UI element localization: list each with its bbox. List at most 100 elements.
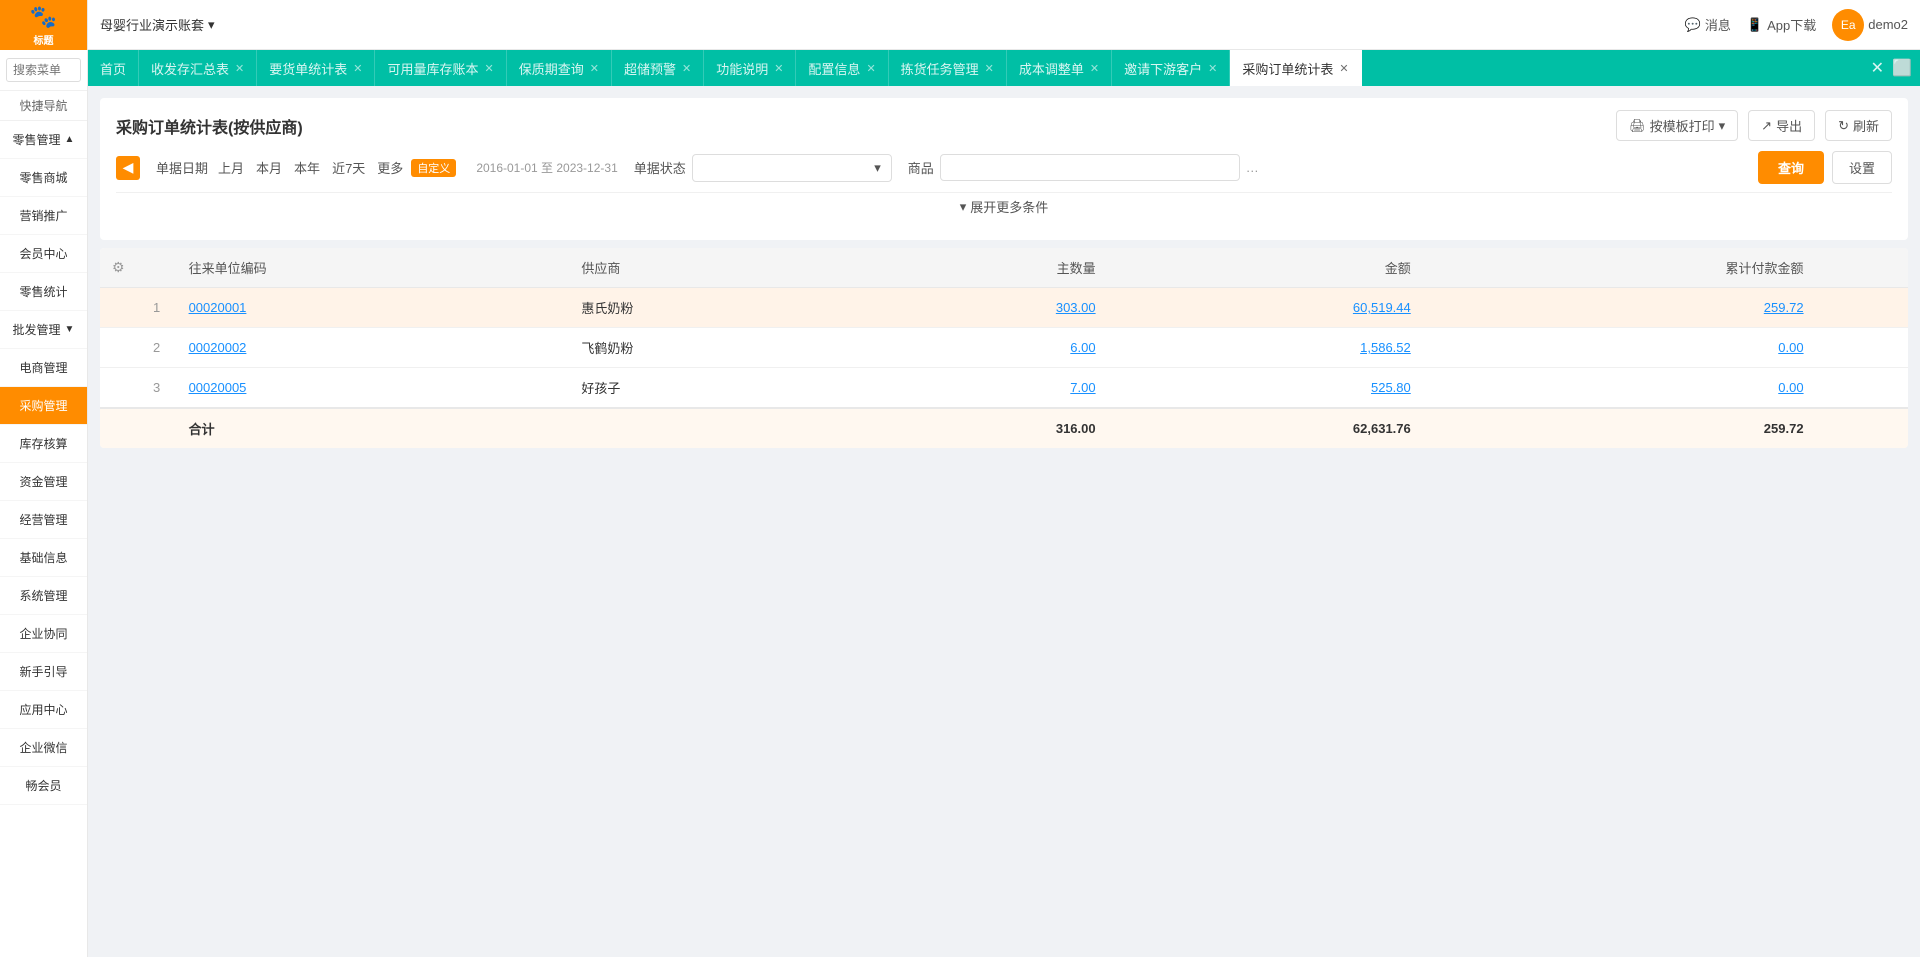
action-buttons: 查询 设置 [1758, 151, 1892, 184]
cell-paid-amount: 0.00 [1423, 328, 1816, 368]
sidebar-item-marketing[interactable]: 营销推广 [0, 197, 87, 235]
chevron-down-icon: ▾ [874, 160, 881, 176]
tab-oversupply-warning[interactable]: 超储预警 ✕ [612, 50, 704, 86]
tab-cost-adjust[interactable]: 成本调整单 ✕ [1007, 50, 1112, 86]
sidebar-item-wholesale[interactable]: 批发管理 ▼ [0, 311, 87, 349]
tab-expiry-query[interactable]: 保质期查询 ✕ [507, 50, 612, 86]
sidebar-quick-nav[interactable]: 快捷导航 [0, 91, 87, 121]
tab-close-icon[interactable]: ✕ [485, 62, 494, 75]
tab-close-icon[interactable]: ✕ [353, 62, 362, 75]
sidebar-item-enterprise-wechat[interactable]: 企业微信 [0, 729, 87, 767]
tab-close-icon[interactable]: ✕ [1339, 62, 1348, 75]
amount-link[interactable]: 60,519.44 [1353, 300, 1411, 315]
tab-close-icon[interactable]: ✕ [774, 62, 783, 75]
sidebar-item-base-info[interactable]: 基础信息 [0, 539, 87, 577]
sidebar-item-purchase[interactable]: 采购管理 [0, 387, 87, 425]
qty-link[interactable]: 6.00 [1070, 340, 1095, 355]
search-input[interactable] [6, 58, 81, 82]
logo: 🐾 标题 [0, 0, 87, 50]
app-download-label: App下载 [1767, 15, 1816, 34]
tab-purchase-order-stats[interactable]: 采购订单统计表 ✕ [1230, 50, 1361, 86]
sidebar-item-retail-mall[interactable]: 零售商城 [0, 159, 87, 197]
tab-close-icon[interactable]: ✕ [1208, 62, 1217, 75]
column-settings-icon[interactable]: ⚙ [112, 259, 125, 275]
user-profile[interactable]: Ea demo2 [1832, 9, 1908, 41]
col-supplier-name: 供应商 [569, 248, 862, 288]
sidebar-item-ecommerce[interactable]: 电商管理 [0, 349, 87, 387]
tab-invite-downstream[interactable]: 邀请下游客户 ✕ [1112, 50, 1230, 86]
sidebar-item-retail-stats[interactable]: 零售统计 [0, 273, 87, 311]
cell-supplier-name: 好孩子 [569, 368, 862, 409]
filter-toggle-button[interactable]: ◀ [116, 156, 140, 180]
message-action[interactable]: 💬 消息 [1685, 15, 1731, 34]
qty-link[interactable]: 7.00 [1070, 380, 1095, 395]
settings-button[interactable]: 设置 [1832, 151, 1892, 184]
export-button[interactable]: ↗ 导出 [1748, 110, 1815, 141]
sidebar-item-ops[interactable]: 经营管理 [0, 501, 87, 539]
sidebar-item-member2[interactable]: 畅会员 [0, 767, 87, 805]
tab-order-stats[interactable]: 要货单统计表 ✕ [257, 50, 375, 86]
tab-collect-dispatch[interactable]: 收发存汇总表 ✕ [139, 50, 257, 86]
tab-pickup-task[interactable]: 拣货任务管理 ✕ [889, 50, 1007, 86]
tab-home[interactable]: 首页 [88, 50, 139, 86]
tab-available-stock[interactable]: 可用量库存账本 ✕ [375, 50, 506, 86]
qty-link[interactable]: 303.00 [1056, 300, 1096, 315]
sidebar-item-app-center[interactable]: 应用中心 [0, 691, 87, 729]
sidebar-item-new-guide[interactable]: 新手引导 [0, 653, 87, 691]
tab-close-icon[interactable]: ✕ [682, 62, 691, 75]
amount-link[interactable]: 1,586.52 [1360, 340, 1411, 355]
paid-amount-link[interactable]: 259.72 [1764, 300, 1804, 315]
tabbar-end: ✕ ⬜ [1863, 50, 1920, 86]
workspace-selector[interactable]: 母婴行业演示账套 ▾ [100, 15, 215, 34]
sidebar: 🐾 标题 快捷导航 零售管理 ▲ 零售商城 营销推广 会员中心 零售统计 批发管… [0, 0, 88, 957]
expand-more-button[interactable]: ▾ 展开更多条件 [116, 192, 1892, 220]
main-content: 母婴行业演示账套 ▾ 💬 消息 📱 App下载 Ea demo2 首页 [88, 0, 1920, 957]
date-shortcut-more[interactable]: 更多 [373, 156, 407, 179]
date-shortcut-this-year[interactable]: 本年 [290, 156, 324, 179]
app-download-action[interactable]: 📱 App下载 [1747, 15, 1816, 34]
expand-arrow-icon: ▲ [65, 134, 75, 145]
supplier-code-link[interactable]: 00020002 [189, 340, 247, 355]
sidebar-item-inventory[interactable]: 库存核算 [0, 425, 87, 463]
close-window-icon[interactable]: ✕ [1871, 58, 1884, 78]
sidebar-item-label: 企业协同 [19, 625, 67, 642]
tab-close-icon[interactable]: ✕ [985, 62, 994, 75]
date-custom-tag[interactable]: 自定义 [411, 159, 456, 177]
sidebar-item-member[interactable]: 会员中心 [0, 235, 87, 273]
sidebar-item-system[interactable]: 系统管理 [0, 577, 87, 615]
arrow-left-icon: ◀ [123, 159, 134, 176]
cell-paid-amount: 259.72 [1423, 288, 1816, 328]
status-select[interactable]: ▾ [692, 154, 892, 182]
supplier-code-link[interactable]: 00020005 [189, 380, 247, 395]
tab-function-desc[interactable]: 功能说明 ✕ [704, 50, 796, 86]
tab-close-icon[interactable]: ✕ [235, 62, 244, 75]
tab-close-icon[interactable]: ✕ [866, 62, 875, 75]
paid-amount-link[interactable]: 0.00 [1778, 340, 1803, 355]
expand-more-label: 展开更多条件 [970, 197, 1048, 216]
workspace-label: 母婴行业演示账套 [100, 15, 204, 34]
date-shortcut-7days[interactable]: 近7天 [328, 156, 369, 179]
paid-amount-link[interactable]: 0.00 [1778, 380, 1803, 395]
sidebar-item-finance[interactable]: 资金管理 [0, 463, 87, 501]
date-shortcut-last-month[interactable]: 上月 [214, 156, 248, 179]
tab-close-icon[interactable]: ✕ [590, 62, 599, 75]
mobile-icon: 📱 [1747, 17, 1763, 33]
sidebar-item-retail[interactable]: 零售管理 ▲ [0, 121, 87, 159]
tab-close-icon[interactable]: ✕ [1090, 62, 1099, 75]
footer-amount: 62,631.76 [1108, 408, 1423, 448]
tab-config-info[interactable]: 配置信息 ✕ [796, 50, 888, 86]
cell-extra [1816, 368, 1908, 409]
template-print-button[interactable]: 🖨 按模板打印 ▾ [1616, 110, 1738, 141]
date-shortcut-this-month[interactable]: 本月 [252, 156, 286, 179]
supplier-code-link[interactable]: 00020001 [189, 300, 247, 315]
footer-paid-amount: 259.72 [1423, 408, 1816, 448]
amount-link[interactable]: 525.80 [1371, 380, 1411, 395]
maximize-window-icon[interactable]: ⬜ [1892, 58, 1912, 78]
cell-amount: 525.80 [1108, 368, 1423, 409]
goods-input[interactable] [940, 154, 1240, 181]
refresh-button[interactable]: ↻ 刷新 [1825, 110, 1892, 141]
query-button[interactable]: 查询 [1758, 151, 1824, 184]
sidebar-item-enterprise-collab[interactable]: 企业协同 [0, 615, 87, 653]
status-filter-group: 单据状态 ▾ [634, 154, 892, 182]
col-amount: 金额 [1108, 248, 1423, 288]
